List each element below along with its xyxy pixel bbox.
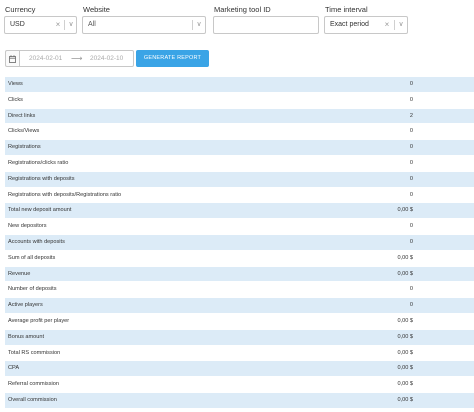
stat-value: 0: [409, 223, 413, 230]
generate-report-button[interactable]: GENERATE REPORT: [136, 50, 209, 67]
time-interval-clear-icon[interactable]: ×: [381, 17, 393, 33]
stat-label: Direct links: [8, 112, 36, 119]
table-row: Direct links 2: [5, 108, 474, 125]
table-row: Registrations/clicks ratio 0: [5, 155, 474, 172]
currency-label: Currency: [5, 5, 36, 14]
website-filter: Website All ∨: [82, 5, 206, 34]
stat-label: Views: [8, 81, 23, 87]
stat-value: 0: [409, 159, 413, 166]
stat-value: 0,00 $: [397, 349, 413, 356]
marketing-tool-input[interactable]: [213, 16, 319, 34]
currency-chevron-down-icon[interactable]: ∨: [65, 17, 77, 33]
stat-value: 0,00 $: [397, 396, 413, 403]
stats-table: Views 0 Clicks 0 Direct links 2 Clicks/Views 0 R…: [5, 77, 474, 409]
stat-value: 2: [409, 112, 413, 119]
table-row: Accounts with deposits 0: [5, 234, 474, 251]
stat-label: Registrations with deposits: [8, 175, 75, 182]
stat-value: 0: [409, 96, 413, 103]
table-row: Bonus amount 0,00 $: [5, 329, 474, 346]
table-row: Referral commission 0,00 $: [5, 377, 474, 393]
stat-value: 0,00 $: [397, 365, 413, 372]
stat-label: Revenue: [8, 270, 31, 277]
stat-value: 0,00 $: [397, 381, 413, 388]
currency-value: USD: [10, 21, 25, 28]
stat-label: Referral commission: [8, 381, 59, 388]
arrow-right-icon: ⟶: [71, 54, 83, 63]
stat-label: Clicks/Views: [8, 128, 40, 135]
stat-label: CPA: [8, 365, 20, 372]
calendar-button[interactable]: [5, 50, 19, 67]
stat-label: Average profit per player: [8, 317, 70, 324]
table-row: CPA 0,00 $: [5, 361, 474, 378]
date-range-input[interactable]: 2024-02-01 ⟶ 2024-02-10: [19, 50, 134, 67]
calendar-icon: [9, 55, 16, 63]
stat-label: Accounts with deposits: [8, 238, 65, 245]
currency-select[interactable]: USD × ∨: [4, 16, 77, 34]
currency-clear-icon[interactable]: ×: [52, 17, 64, 33]
table-row: Total new deposit amount 0,00 $: [5, 203, 474, 220]
website-value: All: [88, 21, 96, 28]
stat-value: 0: [409, 302, 413, 309]
stat-value: 0,00 $: [397, 254, 413, 261]
stat-value: 0: [409, 175, 413, 182]
stat-value: 0,00 $: [397, 270, 413, 277]
table-row: Average profit per player 0,00 $: [5, 313, 474, 330]
stat-label: Registrations: [8, 144, 41, 151]
stat-value: 0: [409, 144, 413, 151]
time-interval-label: Time interval: [325, 5, 368, 14]
stat-label: Total RS commission: [8, 349, 61, 356]
stat-label: Total new deposit amount: [8, 207, 72, 214]
table-row: Registrations with deposits 0: [5, 171, 474, 188]
stat-label: Active players: [8, 302, 43, 309]
table-row: Clicks/Views 0: [5, 124, 474, 141]
stat-value: 0: [409, 286, 413, 293]
stat-label: New depositors: [8, 223, 47, 230]
table-row: New depositors 0: [5, 219, 474, 235]
stat-value: 0: [409, 191, 413, 198]
marketing-tool-label: Marketing tool ID: [214, 5, 271, 14]
time-interval-value: Exact period: [330, 21, 369, 28]
website-select[interactable]: All ∨: [82, 16, 206, 34]
stat-value: 0,00 $: [397, 333, 413, 340]
stat-value: 0: [409, 238, 413, 245]
filters-bar: Currency USD × ∨ Website All ∨ Marketing…: [0, 5, 474, 37]
time-interval-select[interactable]: Exact period × ∨: [324, 16, 408, 34]
table-row: Sum of all deposits 0,00 $: [5, 250, 474, 267]
table-row: Active players 0: [5, 298, 474, 314]
stat-label: Clicks: [8, 96, 23, 103]
table-row: Number of deposits 0: [5, 282, 474, 299]
stat-label: Registrations with deposits/Registration…: [8, 191, 122, 198]
table-row: Total RS commission 0,00 $: [5, 345, 474, 362]
stat-label: Overall commission: [8, 396, 57, 403]
stat-value: 0,00 $: [397, 207, 413, 214]
stat-value: 0: [409, 81, 413, 87]
stat-label: Sum of all deposits: [8, 254, 56, 261]
marketing-tool-filter: Marketing tool ID: [213, 5, 319, 34]
stat-value: 0,00 $: [397, 317, 413, 324]
stat-value: 0: [409, 128, 413, 135]
start-date[interactable]: 2024-02-01: [29, 51, 62, 66]
website-label: Website: [83, 5, 110, 14]
time-interval-filter: Time interval Exact period × ∨: [324, 5, 408, 34]
stat-label: Number of deposits: [8, 286, 57, 293]
report-page: Currency USD × ∨ Website All ∨ Marketing…: [0, 0, 474, 412]
table-row: Registrations 0: [5, 140, 474, 156]
table-row: Overall commission 0,00 $: [5, 392, 474, 409]
table-row: Clicks 0: [5, 92, 474, 109]
table-row: Registrations with deposits/Registration…: [5, 187, 474, 204]
time-interval-chevron-down-icon[interactable]: ∨: [395, 17, 407, 33]
stat-label: Registrations/clicks ratio: [8, 159, 69, 166]
end-date[interactable]: 2024-02-10: [90, 51, 123, 66]
table-row: Revenue 0,00 $: [5, 266, 474, 283]
currency-filter: Currency USD × ∨: [4, 5, 77, 34]
website-chevron-down-icon[interactable]: ∨: [193, 17, 205, 33]
table-row: Views 0: [5, 77, 474, 93]
stat-label: Bonus amount: [8, 333, 45, 340]
